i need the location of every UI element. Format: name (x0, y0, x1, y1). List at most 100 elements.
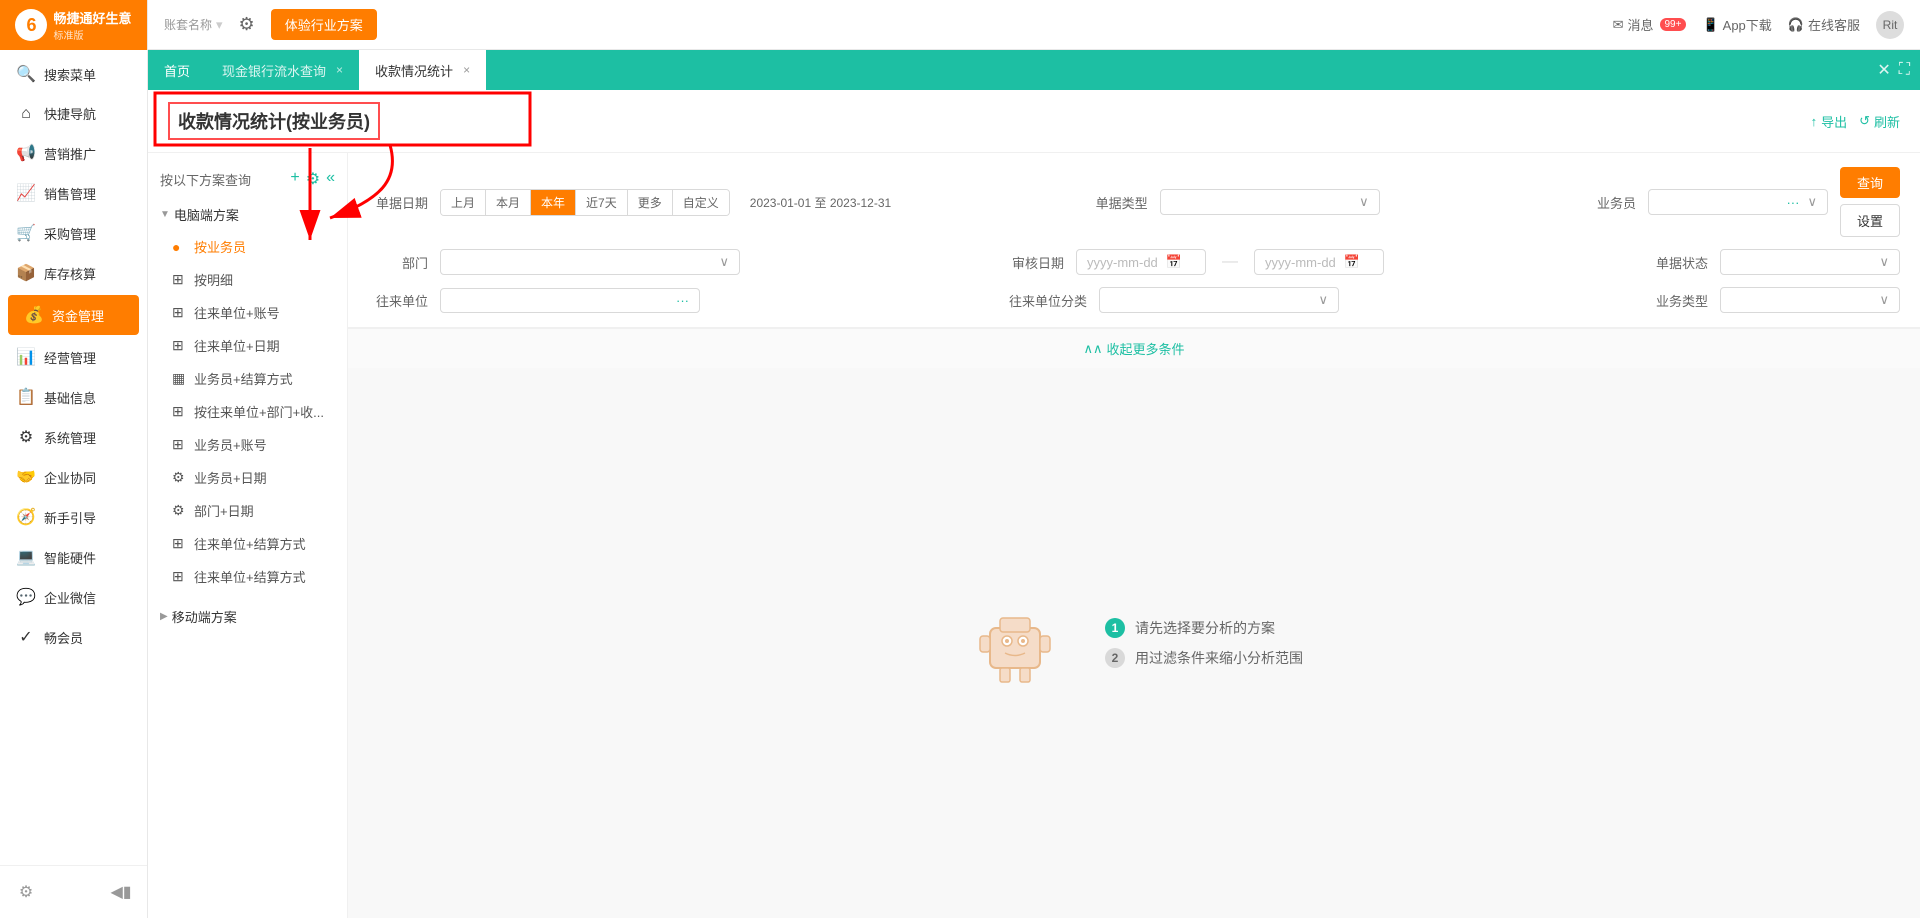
step-num-1: 1 (1105, 618, 1125, 638)
sidebar-bottom: ⚙ ◀▮ (0, 865, 147, 918)
schema-item-unit-account[interactable]: ⊞ 往来单位+账号 (148, 296, 347, 329)
message-btn[interactable]: ✉ 消息 99+ (1613, 15, 1687, 34)
hardware-icon: 💻 (16, 547, 36, 567)
tab-bank-flow[interactable]: 现金银行流水查询 × (206, 50, 359, 90)
department-select[interactable]: ∨ (440, 249, 740, 275)
export-icon: ↑ (1811, 114, 1818, 129)
counterpart-input[interactable]: ··· (440, 288, 700, 313)
schema-item-dept-date[interactable]: ⚙ 部门+日期 (148, 494, 347, 527)
sidebar-item-quicknav[interactable]: ⌂ 快捷导航 (0, 94, 147, 133)
review-date-start[interactable]: yyyy-mm-dd 📅 (1076, 249, 1206, 275)
salesperson-label: 业务员 (1576, 193, 1636, 212)
date-range-dash: — (1222, 253, 1238, 271)
collapse-bar[interactable]: ∧∧ 收起更多条件 (348, 328, 1920, 368)
inventory-icon: 📦 (16, 263, 36, 283)
detail-icon: ⊞ (172, 271, 188, 288)
schema-settings-btn[interactable]: ⚙ (306, 169, 320, 189)
maximize-btn[interactable]: ⛶ (1899, 61, 1910, 79)
export-btn[interactable]: ↑ 导出 (1811, 112, 1848, 131)
counterpart-category-select[interactable]: ∨ (1099, 287, 1339, 313)
calendar-icon-end[interactable]: 📅 (1344, 254, 1360, 270)
gear-icon[interactable]: ⚙ (239, 14, 255, 35)
review-date-end[interactable]: yyyy-mm-dd 📅 (1254, 249, 1384, 275)
schema-item-detail[interactable]: ⊞ 按明细 (148, 263, 347, 296)
schema-item-unit-date[interactable]: ⊞ 往来单位+日期 (148, 329, 347, 362)
search-icon: 🔍 (16, 64, 36, 84)
filter-row-2: 部门 ∨ 审核日期 yyyy-mm-dd 📅 — y (368, 249, 1900, 275)
unit-settlement2-icon: ⊞ (172, 568, 188, 585)
sidebar-item-guide[interactable]: 🧭 新手引导 (0, 497, 147, 537)
sidebar-item-system[interactable]: ⚙ 系统管理 (0, 417, 147, 457)
sidebar-item-purchase[interactable]: 🛒 采购管理 (0, 213, 147, 253)
tab-bank-flow-close[interactable]: × (336, 63, 343, 77)
finance-icon: 💰 (24, 305, 44, 325)
sidebar-item-member[interactable]: ✓ 畅会员 (0, 617, 147, 657)
date-tab-7days[interactable]: 近7天 (576, 190, 628, 215)
filter-settings-btn[interactable]: 设置 (1840, 204, 1900, 237)
more-icon[interactable]: ··· (1786, 195, 1799, 210)
counterpart-more-icon[interactable]: ··· (676, 293, 689, 308)
date-tab-this-month[interactable]: 本月 (486, 190, 531, 215)
date-placeholder-start: yyyy-mm-dd (1087, 255, 1158, 270)
schema-item-unit-settlement2[interactable]: ⊞ 往来单位+结算方式 (148, 560, 347, 593)
business-type-select[interactable]: ∨ (1720, 287, 1900, 313)
add-schema-btn[interactable]: + (290, 169, 299, 189)
date-tab-this-year[interactable]: 本年 (531, 190, 576, 215)
sidebar-item-wechat[interactable]: 💬 企业微信 (0, 577, 147, 617)
content-area: 按以下方案查询 + ⚙ « ▼ 电脑端方案 ● 按业务员 (148, 153, 1920, 918)
tabs-right-actions: ✕ ⛶ (1877, 60, 1920, 80)
dept-date-icon: ⚙ (172, 502, 188, 519)
guide-icon: 🧭 (16, 507, 36, 527)
left-panel-header-actions: + ⚙ « (290, 169, 335, 189)
mobile-group-title[interactable]: ▶ 移动端方案 (148, 601, 347, 632)
sidebar-item-marketing[interactable]: 📢 营销推广 (0, 133, 147, 173)
sidebar-item-operations[interactable]: 📊 经营管理 (0, 337, 147, 377)
salesperson-arrow: ∨ (1807, 194, 1817, 210)
desktop-schema-group: ▼ 电脑端方案 ● 按业务员 ⊞ 按明细 ⊞ 往来单位+账号 (148, 195, 347, 597)
trial-btn[interactable]: 体验行业方案 (271, 9, 377, 40)
salesperson-date-icon: ⚙ (172, 469, 188, 486)
schema-item-salesperson-settlement[interactable]: ▦ 业务员+结算方式 (148, 362, 347, 395)
sidebar-item-hardware[interactable]: 💻 智能硬件 (0, 537, 147, 577)
filter-actions: 查询 设置 (1840, 167, 1900, 237)
sidebar-nav: 🔍 搜索菜单 ⌂ 快捷导航 📢 营销推广 📈 销售管理 🛒 采购管理 📦 (0, 50, 147, 865)
calendar-icon-start[interactable]: 📅 (1166, 254, 1182, 270)
desktop-group-title[interactable]: ▼ 电脑端方案 (148, 199, 347, 230)
online-service-btn[interactable]: 🎧 在线客服 (1788, 15, 1860, 34)
tab-home[interactable]: 首页 (148, 50, 206, 90)
sidebar-item-finance[interactable]: 💰 资金管理 (8, 295, 139, 335)
schema-item-salesperson[interactable]: ● 按业务员 (148, 230, 347, 263)
doc-type-select[interactable]: ∨ (1160, 189, 1380, 215)
date-tab-last-month[interactable]: 上月 (441, 190, 486, 215)
tab-collection-stats[interactable]: 收款情况统计 × (359, 50, 486, 90)
schema-item-salesperson-date[interactable]: ⚙ 业务员+日期 (148, 461, 347, 494)
schema-item-salesperson-account[interactable]: ⊞ 业务员+账号 (148, 428, 347, 461)
basic-icon: 📋 (16, 387, 36, 407)
settings-btn[interactable]: ⚙ (10, 876, 42, 908)
app-download-btn[interactable]: 📱 App下载 (1702, 15, 1771, 34)
close-window-btn[interactable]: ✕ (1877, 60, 1890, 80)
refresh-btn[interactable]: ↺ 刷新 (1859, 112, 1900, 131)
sidebar-item-sales[interactable]: 📈 销售管理 (0, 173, 147, 213)
sidebar-item-basic[interactable]: 📋 基础信息 (0, 377, 147, 417)
schema-item-unit-dept[interactable]: ⊞ 按往来单位+部门+收... (148, 395, 347, 428)
collapse-panel-btn[interactable]: « (326, 169, 335, 189)
schema-item-unit-settlement1[interactable]: ⊞ 往来单位+结算方式 (148, 527, 347, 560)
member-icon: ✓ (16, 627, 36, 647)
salesperson-select[interactable]: ··· ∨ (1648, 189, 1828, 215)
tab-collection-stats-close[interactable]: × (463, 63, 470, 77)
collapse-icon: ∧∧ (1083, 341, 1102, 357)
sidebar-item-enterprise[interactable]: 🤝 企业协同 (0, 457, 147, 497)
date-tab-custom[interactable]: 自定义 (673, 190, 729, 215)
date-tab-more[interactable]: 更多 (628, 190, 673, 215)
topbar: 账套名称 ▾ ⚙ 体验行业方案 ✉ 消息 99+ 📱 App下载 🎧 在线客服 (148, 0, 1920, 50)
avatar[interactable]: Rit (1876, 11, 1904, 39)
collapse-sidebar-btn[interactable]: ◀▮ (105, 876, 137, 908)
doc-status-select[interactable]: ∨ (1720, 249, 1900, 275)
sidebar-item-inventory[interactable]: 📦 库存核算 (0, 253, 147, 293)
sidebar-item-search[interactable]: 🔍 搜索菜单 (0, 54, 147, 94)
query-btn[interactable]: 查询 (1840, 167, 1900, 198)
refresh-icon: ↺ (1859, 113, 1870, 129)
main-area: 账套名称 ▾ ⚙ 体验行业方案 ✉ 消息 99+ 📱 App下载 🎧 在线客服 (148, 0, 1920, 918)
system-icon: ⚙ (16, 427, 36, 447)
